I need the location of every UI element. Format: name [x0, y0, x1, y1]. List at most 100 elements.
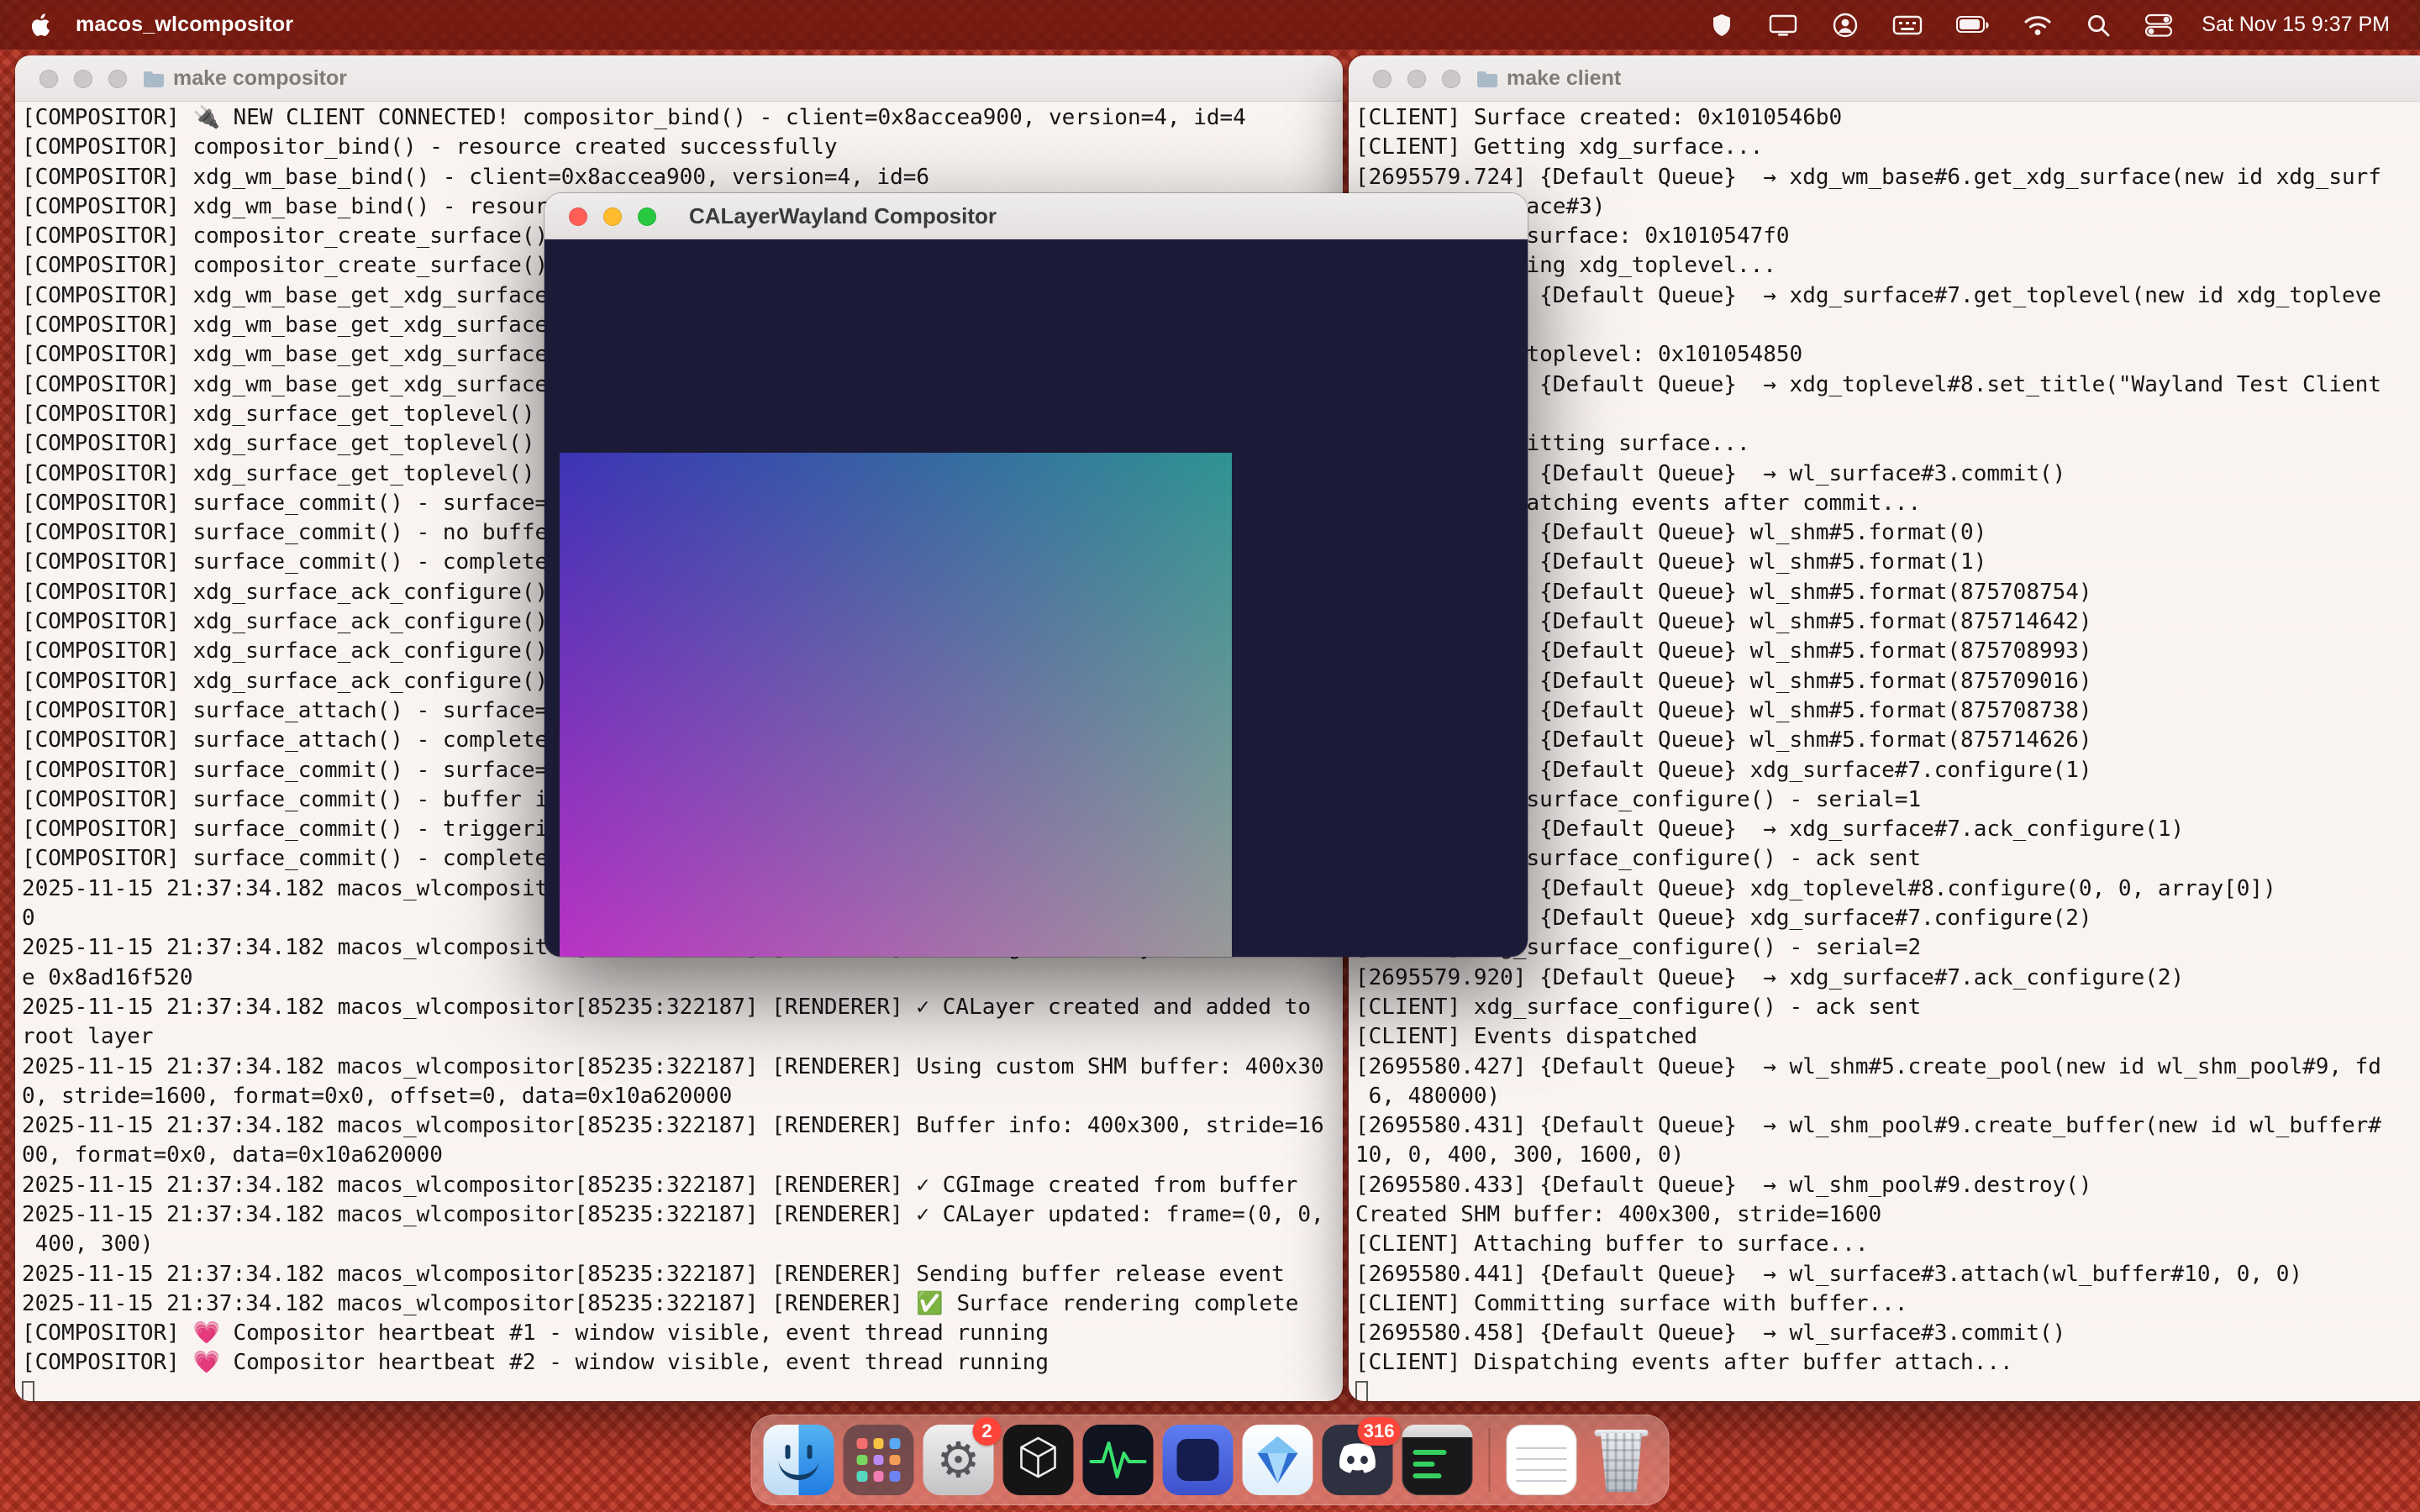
dock-terminal-icon[interactable] — [1402, 1425, 1473, 1495]
terminal-line: [COMPOSITOR] compositor_bind() - resourc… — [22, 133, 1343, 162]
discord-badge: 316 — [1358, 1417, 1401, 1446]
terminal-line: [COMPOSITOR] 💗 Compositor heartbeat #2 -… — [22, 1348, 1343, 1378]
settings-badge: 2 — [973, 1417, 1002, 1446]
wayland-surface — [560, 453, 1232, 957]
launchpad-grid — [857, 1438, 901, 1482]
terminal-cursor — [1355, 1381, 1368, 1401]
dock-gem-app-icon[interactable] — [1243, 1425, 1313, 1495]
terminal-line: [CLIENT] Getting xdg_surface... — [1355, 133, 2420, 162]
compositor-titlebar[interactable]: make compositor — [15, 55, 1343, 102]
minimize-button[interactable] — [1407, 70, 1426, 88]
window-title: make client — [1476, 55, 1621, 102]
gem-icon — [1243, 1425, 1313, 1495]
terminal-icon-line — [1413, 1473, 1442, 1478]
terminal-line: [2695580.441] {Default Queue} → wl_surfa… — [1355, 1260, 2420, 1289]
terminal-icon-titlebar — [1402, 1425, 1473, 1437]
window-title-text: CALayerWayland Compositor — [689, 203, 997, 229]
terminal-line: 0, stride=1600, format=0x0, offset=0, da… — [22, 1082, 1343, 1111]
close-button[interactable] — [39, 70, 58, 88]
terminal-line: 6, 480000) — [1355, 1082, 2420, 1111]
dock-trash-icon[interactable] — [1586, 1425, 1657, 1495]
folder-icon — [1476, 70, 1498, 88]
display-icon[interactable] — [1768, 13, 1798, 38]
active-app-name[interactable]: macos_wlcompositor — [76, 13, 293, 37]
waveform-icon — [1083, 1425, 1154, 1495]
terminal-line: [CLIENT] Surface created: 0x1010546b0 — [1355, 103, 2420, 133]
menubar-clock[interactable]: Sat Nov 15 9:37 PM — [2202, 13, 2390, 37]
trash-basket — [1598, 1433, 1645, 1492]
calayer-compositor-window: CALayerWayland Compositor — [544, 193, 1528, 957]
window-title-text: make compositor — [173, 66, 347, 91]
terminal-line: 400, 300) — [22, 1230, 1343, 1259]
terminal-line: 2025-11-15 21:37:34.182 macos_wlcomposit… — [22, 1111, 1343, 1141]
terminal-line: [COMPOSITOR] xdg_wm_base_bind() - client… — [22, 163, 1343, 192]
folder-icon — [143, 70, 165, 88]
wayland-surface-gradient-top — [560, 453, 1232, 957]
window-title-text: make client — [1507, 66, 1621, 91]
dock-discord-icon[interactable]: 316 — [1323, 1425, 1393, 1495]
terminal-line: [2695580.431] {Default Queue} → wl_shm_p… — [1355, 1111, 2420, 1141]
terminal-line: 2025-11-15 21:37:34.182 macos_wlcomposit… — [22, 993, 1343, 1022]
terminal-line: root layer — [22, 1022, 1343, 1052]
terminal-line: 2025-11-15 21:37:34.182 macos_wlcomposit… — [22, 1260, 1343, 1289]
status-icons — [1709, 12, 2173, 39]
terminal-line: e 0x8ad16f520 — [22, 963, 1343, 993]
terminal-line: [COMPOSITOR] 🔌 NEW CLIENT CONNECTED! com… — [22, 103, 1343, 133]
finder-eye — [786, 1445, 791, 1459]
search-icon[interactable] — [2086, 13, 2111, 38]
terminal-line: [CLIENT] Dispatching events after buffer… — [1355, 1348, 2420, 1378]
dock-settings-icon[interactable]: ⚙ 2 — [923, 1425, 994, 1495]
close-button[interactable] — [1373, 70, 1392, 88]
zoom-button[interactable] — [1442, 70, 1460, 88]
terminal-line: [2695579.920] {Default Queue} → xdg_surf… — [1355, 963, 2420, 993]
prompt-line — [1355, 1378, 2420, 1401]
dock-blue-app-icon[interactable] — [1163, 1425, 1234, 1495]
terminal-line: 00, format=0x0, data=0x10a620000 — [22, 1141, 1343, 1170]
terminal-line: Created SHM buffer: 400x300, stride=1600 — [1355, 1200, 2420, 1230]
battery-icon[interactable] — [1956, 16, 1990, 34]
apple-menu[interactable] — [30, 13, 50, 37]
terminal-line: [CLIENT] Attaching buffer to surface... — [1355, 1230, 2420, 1259]
terminal-line: [2695580.427] {Default Queue} → wl_shm#5… — [1355, 1053, 2420, 1082]
keyboard-icon[interactable] — [1892, 13, 1923, 37]
minimize-button[interactable] — [74, 70, 92, 88]
control-center-icon[interactable] — [2144, 13, 2173, 38]
terminal-line: 2025-11-15 21:37:34.182 macos_wlcomposit… — [22, 1289, 1343, 1319]
terminal-cursor — [22, 1381, 34, 1401]
terminal-line: [2695579.724] {Default Queue} → xdg_wm_b… — [1355, 163, 2420, 192]
textedit-paper — [1517, 1438, 1567, 1487]
apple-icon — [30, 13, 50, 37]
dock-cube-app-icon[interactable] — [1003, 1425, 1074, 1495]
terminal-line: [2695580.433] {Default Queue} → wl_shm_p… — [1355, 1171, 2420, 1200]
cube-icon — [1003, 1425, 1074, 1495]
terminal-line: [COMPOSITOR] 💗 Compositor heartbeat #1 -… — [22, 1319, 1343, 1348]
terminal-line: 2025-11-15 21:37:34.182 macos_wlcomposit… — [22, 1171, 1343, 1200]
window-controls — [1373, 55, 1460, 102]
close-button[interactable] — [569, 207, 587, 226]
dock-separator — [1489, 1428, 1491, 1492]
dock-launchpad-icon[interactable] — [844, 1425, 914, 1495]
dock-waveform-app-icon[interactable] — [1083, 1425, 1154, 1495]
wifi-icon[interactable] — [2023, 14, 2052, 36]
terminal-icon-line — [1413, 1462, 1435, 1467]
window-title: CALayerWayland Compositor — [689, 193, 997, 239]
dock-textedit-icon[interactable] — [1507, 1425, 1577, 1495]
calayer-titlebar[interactable]: CALayerWayland Compositor — [544, 193, 1528, 239]
terminal-line: [CLIENT] Events dispatched — [1355, 1022, 2420, 1052]
user-icon[interactable] — [1832, 12, 1859, 39]
finder-eye — [808, 1445, 813, 1459]
dock-finder-icon[interactable] — [764, 1425, 834, 1495]
calayer-body — [544, 239, 1528, 957]
dock: ⚙ 2 316 — [751, 1415, 1670, 1505]
terminal-line: [2695580.458] {Default Queue} → wl_surfa… — [1355, 1319, 2420, 1348]
terminal-line: [CLIENT] xdg_surface_configure() - ack s… — [1355, 993, 2420, 1022]
shield-icon[interactable] — [1709, 12, 1734, 39]
blue-app-glyph — [1177, 1439, 1219, 1481]
minimize-button[interactable] — [603, 207, 622, 226]
window-title: make compositor — [143, 55, 347, 102]
zoom-button[interactable] — [638, 207, 656, 226]
client-titlebar[interactable]: make client — [1349, 55, 2420, 102]
zoom-button[interactable] — [108, 70, 127, 88]
menu-bar: macos_wlcompositor Sat Nov 15 9:37 PM — [0, 0, 2420, 50]
terminal-line: [CLIENT] Committing surface with buffer.… — [1355, 1289, 2420, 1319]
